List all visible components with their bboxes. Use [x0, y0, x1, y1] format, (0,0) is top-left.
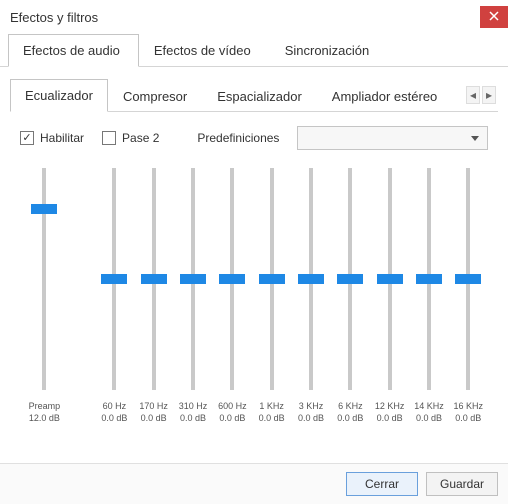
band-slider-7: 12 KHz0.0 dB	[370, 168, 409, 423]
band-slider-4-thumb[interactable]	[259, 274, 285, 284]
pass2-checkbox[interactable]: Pase 2	[102, 131, 159, 145]
band-slider-1: 170 Hz0.0 dB	[134, 168, 173, 423]
band-slider-5-label: 3 KHz	[299, 400, 324, 413]
enable-label: Habilitar	[40, 131, 84, 145]
close-icon	[489, 11, 499, 23]
band-slider-7-track[interactable]	[388, 168, 392, 390]
band-slider-5-track[interactable]	[309, 168, 313, 390]
band-slider-6-track[interactable]	[348, 168, 352, 390]
band-slider-4-value: 0.0 dB	[259, 413, 285, 423]
band-slider-1-label: 170 Hz	[139, 400, 168, 413]
chevron-left-icon: ◂	[470, 88, 476, 102]
close-button[interactable]: Cerrar	[346, 472, 418, 496]
band-slider-6: 6 KHz0.0 dB	[331, 168, 370, 423]
band-slider-7-thumb[interactable]	[377, 274, 403, 284]
preamp-slider: Preamp12.0 dB	[20, 168, 69, 423]
band-slider-8-thumb[interactable]	[416, 274, 442, 284]
band-slider-9: 16 KHz0.0 dB	[449, 168, 488, 423]
band-slider-4: 1 KHz0.0 dB	[252, 168, 291, 423]
band-slider-5-thumb[interactable]	[298, 274, 324, 284]
band-slider-3-value: 0.0 dB	[219, 413, 245, 423]
band-slider-7-value: 0.0 dB	[377, 413, 403, 423]
band-slider-2-label: 310 Hz	[179, 400, 208, 413]
band-slider-2: 310 Hz0.0 dB	[173, 168, 212, 423]
preamp-slider-label: Preamp	[29, 400, 61, 413]
band-slider-2-thumb[interactable]	[180, 274, 206, 284]
tab-audio-effects[interactable]: Efectos de audio	[8, 34, 139, 67]
save-button[interactable]: Guardar	[426, 472, 498, 496]
band-slider-8-track[interactable]	[427, 168, 431, 390]
band-slider-3-thumb[interactable]	[219, 274, 245, 284]
enable-checkbox[interactable]: ✓ Habilitar	[20, 131, 84, 145]
band-slider-0-thumb[interactable]	[101, 274, 127, 284]
band-slider-5: 3 KHz0.0 dB	[291, 168, 330, 423]
band-slider-0-label: 60 Hz	[103, 400, 127, 413]
preamp-slider-thumb[interactable]	[31, 204, 57, 214]
chevron-right-icon: ▸	[486, 88, 492, 102]
subtabs-next-button[interactable]: ▸	[482, 86, 496, 104]
band-slider-6-label: 6 KHz	[338, 400, 363, 413]
band-slider-8-value: 0.0 dB	[416, 413, 442, 423]
band-slider-3-label: 600 Hz	[218, 400, 247, 413]
band-slider-6-thumb[interactable]	[337, 274, 363, 284]
band-slider-9-thumb[interactable]	[455, 274, 481, 284]
band-slider-3: 600 Hz0.0 dB	[213, 168, 252, 423]
tab-synchronization[interactable]: Sincronización	[270, 34, 389, 67]
window-title: Efectos y filtros	[10, 10, 98, 25]
tab-video-effects[interactable]: Efectos de vídeo	[139, 34, 270, 67]
tab-spatializer[interactable]: Espacializador	[202, 80, 317, 112]
main-tabs: Efectos de audio Efectos de vídeo Sincro…	[0, 34, 508, 67]
subtabs-prev-button[interactable]: ◂	[466, 86, 480, 104]
band-slider-1-value: 0.0 dB	[141, 413, 167, 423]
tab-equalizer[interactable]: Ecualizador	[10, 79, 108, 112]
checkbox-icon	[102, 131, 116, 145]
equalizer-sliders: Preamp12.0 dB60 Hz0.0 dB170 Hz0.0 dB310 …	[20, 168, 488, 423]
band-slider-2-value: 0.0 dB	[180, 413, 206, 423]
tab-stereo-widener[interactable]: Ampliador estéreo	[317, 80, 453, 112]
band-slider-4-track[interactable]	[270, 168, 274, 390]
close-window-button[interactable]	[480, 6, 508, 28]
band-slider-0: 60 Hz0.0 dB	[95, 168, 134, 423]
band-slider-0-track[interactable]	[112, 168, 116, 390]
preamp-slider-value: 12.0 dB	[29, 413, 60, 423]
band-slider-8-label: 14 KHz	[414, 400, 444, 413]
band-slider-5-value: 0.0 dB	[298, 413, 324, 423]
band-slider-9-label: 16 KHz	[454, 400, 484, 413]
pass2-label: Pase 2	[122, 131, 159, 145]
band-slider-7-label: 12 KHz	[375, 400, 405, 413]
band-slider-3-track[interactable]	[230, 168, 234, 390]
audio-subtabs: Ecualizador Compresor Espacializador Amp…	[10, 79, 498, 112]
band-slider-4-label: 1 KHz	[259, 400, 284, 413]
preamp-slider-track[interactable]	[42, 168, 46, 390]
band-slider-1-track[interactable]	[152, 168, 156, 390]
band-slider-0-value: 0.0 dB	[101, 413, 127, 423]
band-slider-9-value: 0.0 dB	[455, 413, 481, 423]
band-slider-8: 14 KHz0.0 dB	[409, 168, 448, 423]
band-slider-6-value: 0.0 dB	[337, 413, 363, 423]
band-slider-1-thumb[interactable]	[141, 274, 167, 284]
band-slider-9-track[interactable]	[466, 168, 470, 390]
checkbox-icon: ✓	[20, 131, 34, 145]
presets-label: Predefiniciones	[197, 131, 279, 145]
presets-select[interactable]	[297, 126, 488, 150]
tab-compressor[interactable]: Compresor	[108, 80, 202, 112]
band-slider-2-track[interactable]	[191, 168, 195, 390]
